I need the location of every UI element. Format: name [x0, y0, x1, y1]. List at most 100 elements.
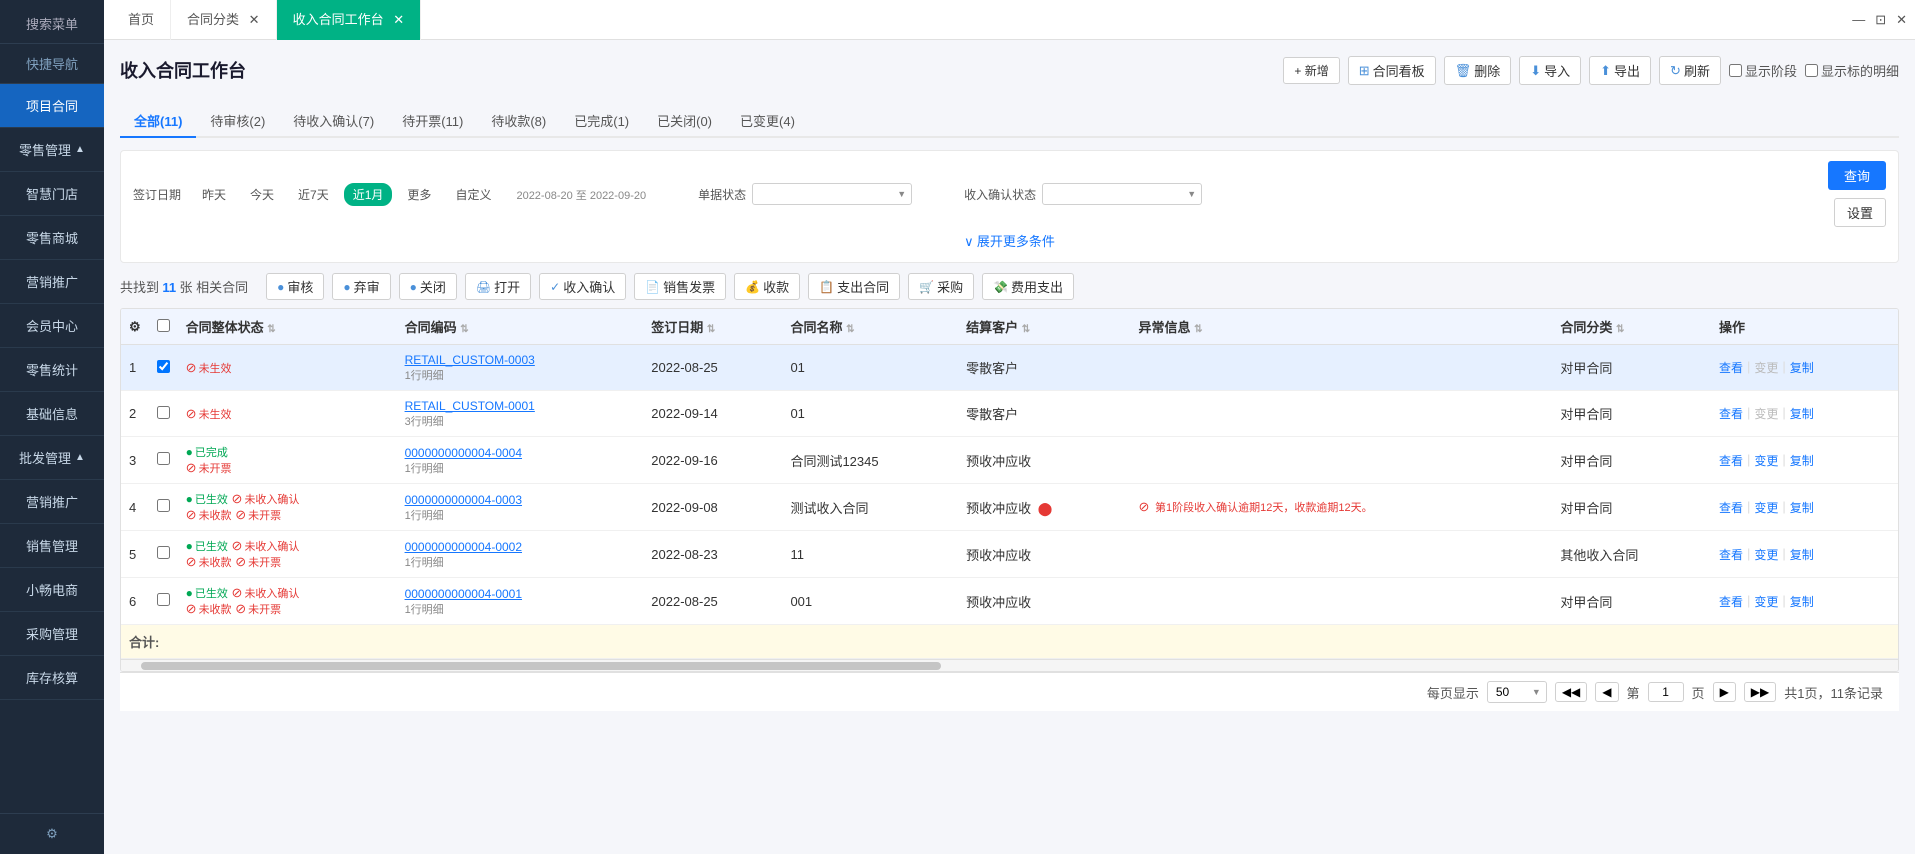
copy-link[interactable]: 复制 — [1790, 546, 1814, 563]
sort-abnormal[interactable]: ⇅ — [1194, 324, 1202, 335]
confirm-status-select[interactable] — [1042, 183, 1202, 205]
delete-button[interactable]: 🗑 删除 — [1444, 56, 1512, 85]
sort-name[interactable]: ⇅ — [846, 324, 854, 335]
view-link[interactable]: 查看 — [1719, 405, 1743, 422]
date-btn-custom[interactable]: 自定义 — [446, 183, 500, 206]
contract-link[interactable]: 0000000000004-0001 — [405, 587, 522, 601]
payment-button[interactable]: 💰 收款 — [734, 273, 800, 300]
sort-customer[interactable]: ⇅ — [1022, 324, 1030, 335]
tab-pending-invoice[interactable]: 待开票(11) — [388, 105, 477, 138]
col-settings[interactable]: ⚙ — [121, 309, 149, 345]
row-check[interactable] — [149, 531, 178, 578]
select-all-checkbox[interactable] — [157, 319, 170, 332]
row-check[interactable] — [149, 345, 178, 391]
copy-link[interactable]: 复制 — [1790, 359, 1814, 376]
edit-link[interactable]: 变更 — [1754, 546, 1778, 563]
invoice-button[interactable]: 📄 销售发票 — [634, 273, 726, 300]
panel-button[interactable]: ⊞ 合同看板 — [1348, 56, 1436, 85]
confirm-revenue-button[interactable]: ✓ 收入确认 — [539, 273, 626, 300]
row-checkbox[interactable] — [157, 406, 170, 419]
date-btn-yesterday[interactable]: 昨天 — [193, 183, 235, 206]
contract-link[interactable]: 0000000000004-0004 — [405, 446, 522, 460]
tab-pending-payment[interactable]: 待收款(8) — [477, 105, 560, 138]
page-input[interactable] — [1648, 682, 1684, 702]
edit-link[interactable]: 变更 — [1754, 405, 1778, 422]
tab-income-contract[interactable]: 收入合同工作台 ✕ — [277, 0, 422, 40]
sort-date[interactable]: ⇅ — [707, 324, 715, 335]
row-check[interactable] — [149, 484, 178, 531]
horizontal-scrollbar[interactable] — [121, 659, 1898, 671]
view-link[interactable]: 查看 — [1719, 499, 1743, 516]
tab-completed[interactable]: 已完成(1) — [560, 105, 643, 138]
show-detail-checkbox[interactable]: 显示标的明细 — [1805, 61, 1899, 80]
date-btn-7days[interactable]: 近7天 — [289, 183, 338, 206]
print-button[interactable]: 🖨 打开 — [465, 273, 531, 300]
show-detail-input[interactable] — [1805, 64, 1818, 77]
prev-page-btn[interactable]: ◀ — [1595, 682, 1618, 702]
export-button[interactable]: ⬆ 导出 — [1589, 56, 1651, 85]
view-link[interactable]: 查看 — [1719, 359, 1743, 376]
row-check[interactable] — [149, 391, 178, 437]
sort-category[interactable]: ⇅ — [1616, 324, 1624, 335]
tab-closed[interactable]: 已关闭(0) — [643, 105, 726, 138]
abandon-button[interactable]: ● 弃审 — [332, 273, 390, 300]
tab-all[interactable]: 全部(11) — [120, 105, 196, 138]
out-contract-button[interactable]: 📋 支出合同 — [808, 273, 900, 300]
sidebar-item-retail-mgmt[interactable]: 零售管理 ▲ — [0, 128, 104, 172]
row-checkbox[interactable] — [157, 360, 170, 373]
sidebar-item-smart-store[interactable]: 智慧门店 — [0, 172, 104, 216]
next-page-btn[interactable]: ▶ — [1713, 682, 1736, 702]
tab-pending-audit[interactable]: 待审核(2) — [196, 105, 279, 138]
minimize-btn[interactable]: — — [1852, 12, 1865, 27]
add-button[interactable]: + 新增 — [1283, 57, 1339, 84]
row-checkbox[interactable] — [157, 593, 170, 606]
query-button[interactable]: 查询 — [1828, 161, 1886, 190]
view-link[interactable]: 查看 — [1719, 593, 1743, 610]
row-checkbox[interactable] — [157, 546, 170, 559]
copy-link[interactable]: 复制 — [1790, 593, 1814, 610]
close-btn[interactable]: ✕ — [1896, 12, 1907, 28]
contract-link[interactable]: 0000000000004-0002 — [405, 540, 522, 554]
sidebar-item-sales-mgmt[interactable]: 销售管理 — [0, 524, 104, 568]
tab-changed[interactable]: 已变更(4) — [726, 105, 809, 138]
show-segment-checkbox[interactable]: 显示阶段 — [1729, 61, 1797, 80]
date-btn-today[interactable]: 今天 — [241, 183, 283, 206]
view-link[interactable]: 查看 — [1719, 452, 1743, 469]
sidebar-item-project-contract[interactable]: 项目合同 — [0, 84, 104, 128]
sidebar-item-inventory[interactable]: 库存核算 — [0, 656, 104, 700]
copy-link[interactable]: 复制 — [1790, 452, 1814, 469]
sidebar-item-marketing2[interactable]: 营销推广 — [0, 480, 104, 524]
sidebar-item-member-center[interactable]: 会员中心 — [0, 304, 104, 348]
expand-filter[interactable]: ∨ 展开更多条件 — [133, 227, 1886, 252]
sidebar-search[interactable]: 搜索菜单 — [0, 0, 104, 44]
contract-link[interactable]: RETAIL_CUSTOM-0001 — [405, 399, 535, 413]
tab-contract-category[interactable]: 合同分类 ✕ — [171, 0, 277, 40]
tab-pending-confirm[interactable]: 待收入确认(7) — [279, 105, 388, 138]
edit-link[interactable]: 变更 — [1754, 359, 1778, 376]
row-check[interactable] — [149, 578, 178, 625]
copy-link[interactable]: 复制 — [1790, 499, 1814, 516]
refresh-button[interactable]: ↻ 刷新 — [1659, 56, 1721, 85]
last-page-btn[interactable]: ▶▶ — [1744, 682, 1776, 702]
sidebar-item-retail-stats[interactable]: 零售统计 — [0, 348, 104, 392]
contract-link[interactable]: 0000000000004-0003 — [405, 493, 522, 507]
expand-filter-btn[interactable]: ∨ 展开更多条件 — [964, 235, 1055, 249]
sort-status[interactable]: ⇅ — [267, 324, 275, 335]
sidebar-settings[interactable]: ⚙ — [0, 813, 104, 854]
date-btn-1month[interactable]: 近1月 — [344, 183, 393, 206]
sort-code[interactable]: ⇅ — [460, 324, 468, 335]
purchase-button[interactable]: 🛒 采购 — [908, 273, 974, 300]
row-check[interactable] — [149, 437, 178, 484]
first-page-btn[interactable]: ◀◀ — [1555, 682, 1587, 702]
import-button[interactable]: ⬇ 导入 — [1519, 56, 1581, 85]
scrollbar-thumb[interactable] — [141, 662, 941, 670]
sidebar-quick-nav[interactable]: 快捷导航 — [0, 44, 104, 84]
tab-home[interactable]: 首页 — [112, 0, 171, 40]
close-contract-button[interactable]: ● 关闭 — [399, 273, 457, 300]
date-btn-more[interactable]: 更多 — [398, 183, 440, 206]
edit-link[interactable]: 变更 — [1754, 499, 1778, 516]
edit-link[interactable]: 变更 — [1754, 452, 1778, 469]
edit-link[interactable]: 变更 — [1754, 593, 1778, 610]
audit-button[interactable]: ● 审核 — [266, 273, 324, 300]
per-page-select[interactable]: 50 100 — [1487, 681, 1547, 703]
